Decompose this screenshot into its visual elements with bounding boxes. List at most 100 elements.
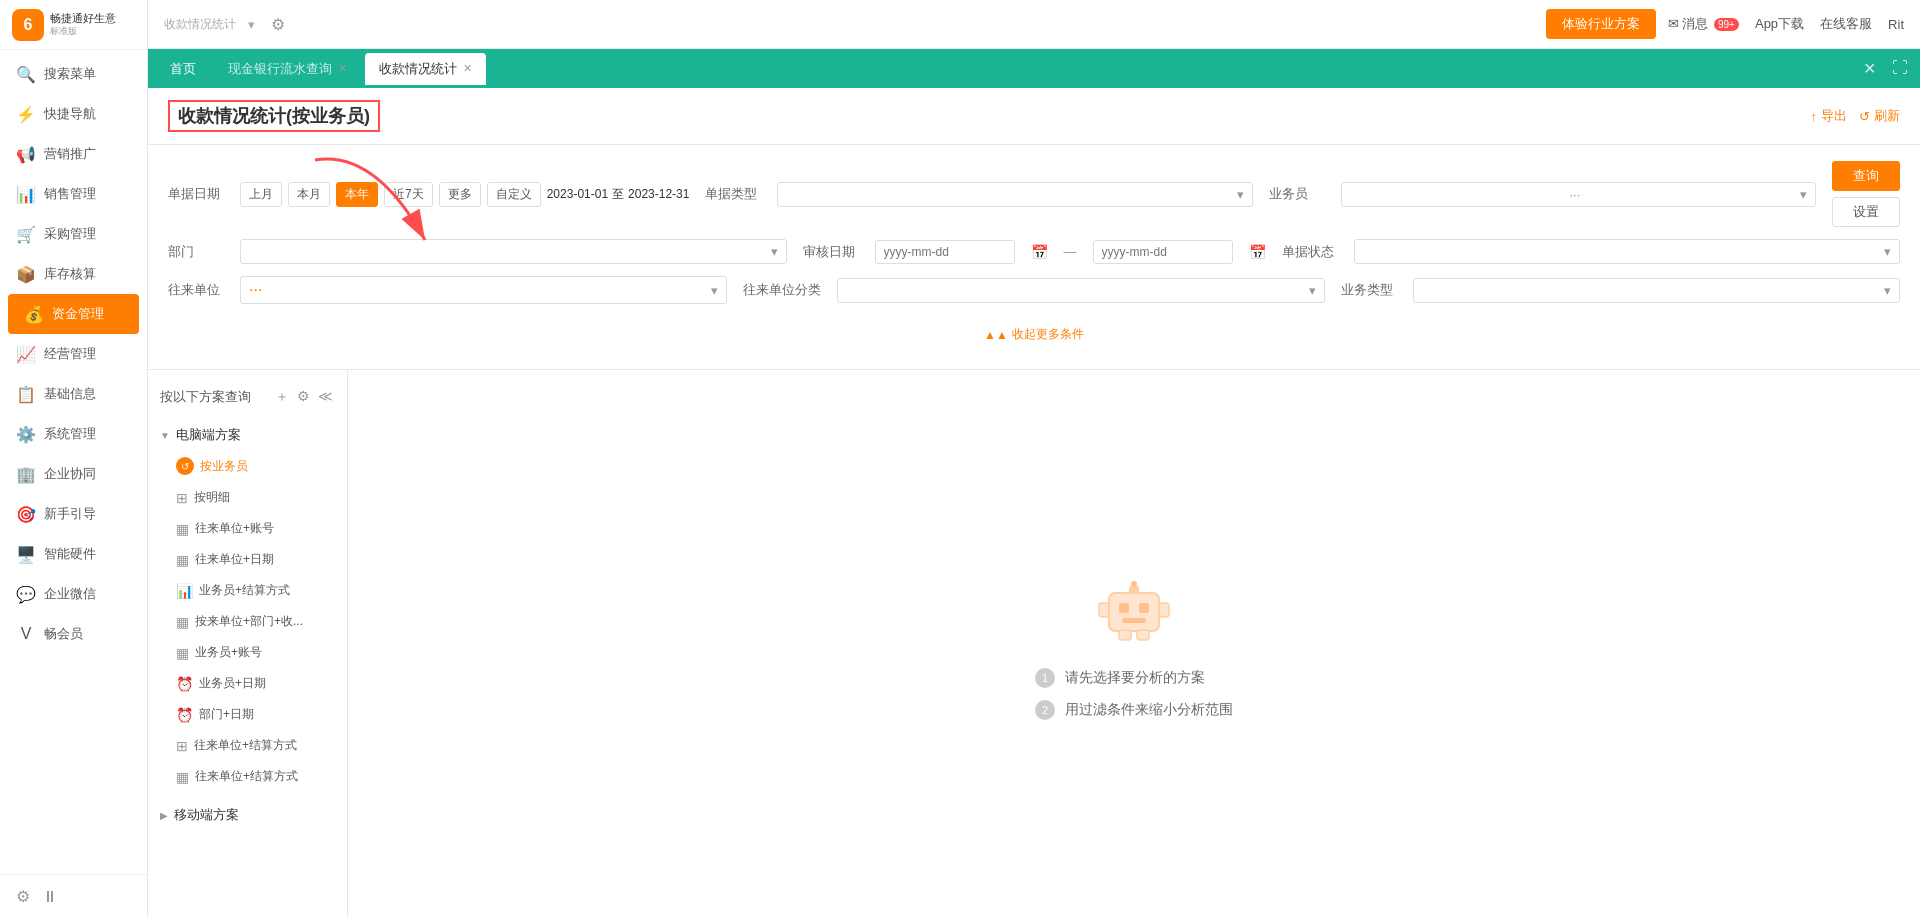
scheme-section-title-pc[interactable]: ▼电脑端方案 bbox=[148, 420, 347, 450]
partner-settlement1-icon: ⊞ bbox=[176, 738, 188, 754]
refresh-btn[interactable]: ↺ 刷新 bbox=[1859, 107, 1900, 125]
audit-date-to-calendar-icon[interactable]: 📅 bbox=[1249, 244, 1266, 260]
sidebar-item-guide[interactable]: 🎯新手引导 bbox=[0, 494, 147, 534]
partner-category-label: 往来单位分类 bbox=[743, 281, 821, 299]
empty-step-1: 1 请先选择要分析的方案 bbox=[1035, 668, 1233, 688]
dept-label: 部门 bbox=[168, 243, 224, 261]
collapse-sidebar-icon[interactable]: ⏸ bbox=[42, 888, 58, 906]
sidebar-item-operations[interactable]: 📈经营管理 bbox=[0, 334, 147, 374]
collapse-up-icon: ▲▲ bbox=[984, 328, 1008, 342]
partner-more-icon[interactable]: ··· bbox=[249, 281, 262, 299]
sidebar-item-marketing[interactable]: 📢营销推广 bbox=[0, 134, 147, 174]
sidebar-item-member[interactable]: V畅会员 bbox=[0, 614, 147, 654]
main-content: 收款情况统计 ▾ ⚙ 体验行业方案 ✉ 消息 99+ App下载 在线客服 Ri… bbox=[148, 0, 1920, 918]
app-download-btn[interactable]: App下载 bbox=[1755, 15, 1804, 33]
empty-state: 1 请先选择要分析的方案 2 用过滤条件来缩小分析范围 bbox=[348, 370, 1920, 918]
date-range: 2023-01-01 至 2023-12-31 bbox=[547, 186, 690, 203]
tab-bar-right: ✕ ⛶ bbox=[1859, 55, 1912, 82]
audit-date-from-calendar-icon[interactable]: 📅 bbox=[1031, 244, 1048, 260]
page-header: 收款情况统计(按业务员) ↑ 导出 ↺ 刷新 bbox=[148, 88, 1920, 145]
svg-rect-1 bbox=[1119, 603, 1129, 613]
header-gear-icon[interactable]: ⚙ bbox=[271, 15, 285, 34]
scheme-item-by-salesman[interactable]: ↺按业务员 bbox=[148, 450, 347, 482]
audit-date-to[interactable] bbox=[1093, 240, 1233, 264]
sidebar: 6 畅捷通好生意 标准版 🔍搜索菜单⚡快捷导航📢营销推广📊销售管理🛒采购管理📦库… bbox=[0, 0, 148, 918]
scheme-item-partner-settlement1[interactable]: ⊞往来单位+结算方式 bbox=[148, 730, 347, 761]
settings-icon[interactable]: ⚙ bbox=[16, 887, 30, 906]
maximize-icon[interactable]: ⛶ bbox=[1888, 55, 1912, 82]
date-custom[interactable]: 自定义 bbox=[487, 182, 541, 207]
sidebar-item-enterprise[interactable]: 🏢企业协同 bbox=[0, 454, 147, 494]
sidebar-item-sales[interactable]: 📊销售管理 bbox=[0, 174, 147, 214]
partner-select[interactable]: ··· ▾ bbox=[240, 276, 727, 304]
sidebar-label-enterprise: 企业协同 bbox=[44, 465, 96, 483]
date-7-days[interactable]: 近7天 bbox=[384, 182, 433, 207]
query-btn[interactable]: 查询 bbox=[1832, 161, 1900, 191]
scheme-item-salesman-settlement[interactable]: 📊业务员+结算方式 bbox=[148, 575, 347, 606]
collapse-scheme-icon[interactable]: ≪ bbox=[316, 386, 335, 408]
svg-rect-0 bbox=[1109, 593, 1159, 631]
scheme-btn[interactable]: 体验行业方案 bbox=[1546, 9, 1656, 39]
sidebar-item-hardware[interactable]: 🖥️智能硬件 bbox=[0, 534, 147, 574]
business-type-dropdown-icon: ▾ bbox=[1884, 283, 1891, 298]
scheme-item-partner-settlement2[interactable]: ▦往来单位+结算方式 bbox=[148, 761, 347, 792]
salesman-select[interactable]: ··· ▾ bbox=[1341, 182, 1816, 207]
partner-category-select[interactable]: ▾ bbox=[837, 278, 1324, 303]
scheme-item-by-partner-dept[interactable]: ▦ 按来单位+部门+收... bbox=[148, 606, 347, 637]
voucher-type-select[interactable]: ▾ bbox=[777, 182, 1252, 207]
sidebar-item-quick-nav[interactable]: ⚡快捷导航 bbox=[0, 94, 147, 134]
sidebar-item-purchase[interactable]: 🛒采购管理 bbox=[0, 214, 147, 254]
sidebar-item-inventory[interactable]: 📦库存核算 bbox=[0, 254, 147, 294]
tab-home[interactable]: 首页 bbox=[156, 53, 210, 85]
scheme-item-by-detail[interactable]: ⊞按明细 bbox=[148, 482, 347, 513]
messages-btn[interactable]: ✉ 消息 99+ bbox=[1668, 15, 1739, 33]
collapse-label: 收起更多条件 bbox=[1012, 326, 1084, 343]
sidebar-item-finance[interactable]: 💰资金管理 bbox=[8, 294, 139, 334]
sidebar-item-basic[interactable]: 📋基础信息 bbox=[0, 374, 147, 414]
scheme-item-salesman-account[interactable]: ▦业务员+账号 bbox=[148, 637, 347, 668]
scheme-panel-header: 按以下方案查询 ＋ ⚙ ≪ bbox=[148, 378, 347, 416]
tab-bar: 首页现金银行流水查询✕收款情况统计✕ ✕ ⛶ bbox=[148, 49, 1920, 88]
scheme-item-partner-account[interactable]: ▦往来单位+账号 bbox=[148, 513, 347, 544]
voucher-status-select[interactable]: ▾ bbox=[1354, 239, 1901, 264]
date-this-year[interactable]: 本年 bbox=[336, 182, 378, 207]
user-name[interactable]: Rit bbox=[1888, 17, 1904, 32]
sidebar-item-wechat[interactable]: 💬企业微信 bbox=[0, 574, 147, 614]
settings-scheme-icon[interactable]: ⚙ bbox=[295, 386, 312, 408]
online-service-btn[interactable]: 在线客服 bbox=[1820, 15, 1872, 33]
tab-bank-flow[interactable]: 现金银行流水查询✕ bbox=[214, 53, 361, 85]
scheme-item-label-salesman-date: 业务员+日期 bbox=[199, 675, 266, 692]
filter-panel: 单据日期 上月 本月 本年 近7天 更多 自定义 2023-01-01 至 20… bbox=[148, 145, 1920, 370]
header-breadcrumb: 收款情况统计 bbox=[164, 16, 236, 33]
add-scheme-icon[interactable]: ＋ bbox=[273, 386, 291, 408]
section-label-mobile: 移动端方案 bbox=[174, 806, 239, 824]
scheme-item-salesman-date[interactable]: ⏰业务员+日期 bbox=[148, 668, 347, 699]
date-to: 2023-12-31 bbox=[628, 187, 689, 201]
date-more[interactable]: 更多 bbox=[439, 182, 481, 207]
date-last-month[interactable]: 上月 bbox=[240, 182, 282, 207]
sidebar-label-marketing: 营销推广 bbox=[44, 145, 96, 163]
dept-select[interactable]: ▾ bbox=[240, 239, 787, 264]
close-window-icon[interactable]: ✕ bbox=[1859, 55, 1880, 82]
logo-badge: 标准版 bbox=[50, 25, 116, 38]
scheme-item-label-by-partner-dept: 按来单位+部门+收... bbox=[195, 613, 303, 630]
export-btn[interactable]: ↑ 导出 bbox=[1811, 107, 1848, 125]
tab-collection-stats[interactable]: 收款情况统计✕ bbox=[365, 53, 486, 85]
business-type-select[interactable]: ▾ bbox=[1413, 278, 1900, 303]
scheme-item-partner-date[interactable]: ▦往来单位+日期 bbox=[148, 544, 347, 575]
scheme-section-title-mobile[interactable]: ▶移动端方案 bbox=[148, 800, 347, 830]
page-title: 收款情况统计(按业务员) bbox=[168, 100, 380, 132]
date-this-month[interactable]: 本月 bbox=[288, 182, 330, 207]
voucher-status-label: 单据状态 bbox=[1282, 243, 1338, 261]
tab-close-bank-flow[interactable]: ✕ bbox=[338, 62, 347, 75]
sidebar-nav: 🔍搜索菜单⚡快捷导航📢营销推广📊销售管理🛒采购管理📦库存核算💰资金管理📈经营管理… bbox=[0, 50, 147, 874]
sidebar-item-system[interactable]: ⚙️系统管理 bbox=[0, 414, 147, 454]
audit-date-from[interactable] bbox=[875, 240, 1015, 264]
collapse-bar[interactable]: ▲▲ 收起更多条件 bbox=[168, 316, 1900, 353]
settings-btn[interactable]: 设置 bbox=[1832, 197, 1900, 227]
tab-close-collection-stats[interactable]: ✕ bbox=[463, 62, 472, 75]
audit-date-label: 审核日期 bbox=[803, 243, 859, 261]
sidebar-item-search[interactable]: 🔍搜索菜单 bbox=[0, 54, 147, 94]
scheme-item-dept-date[interactable]: ⏰部门+日期 bbox=[148, 699, 347, 730]
by-partner-dept-icon: ▦ bbox=[176, 614, 189, 630]
